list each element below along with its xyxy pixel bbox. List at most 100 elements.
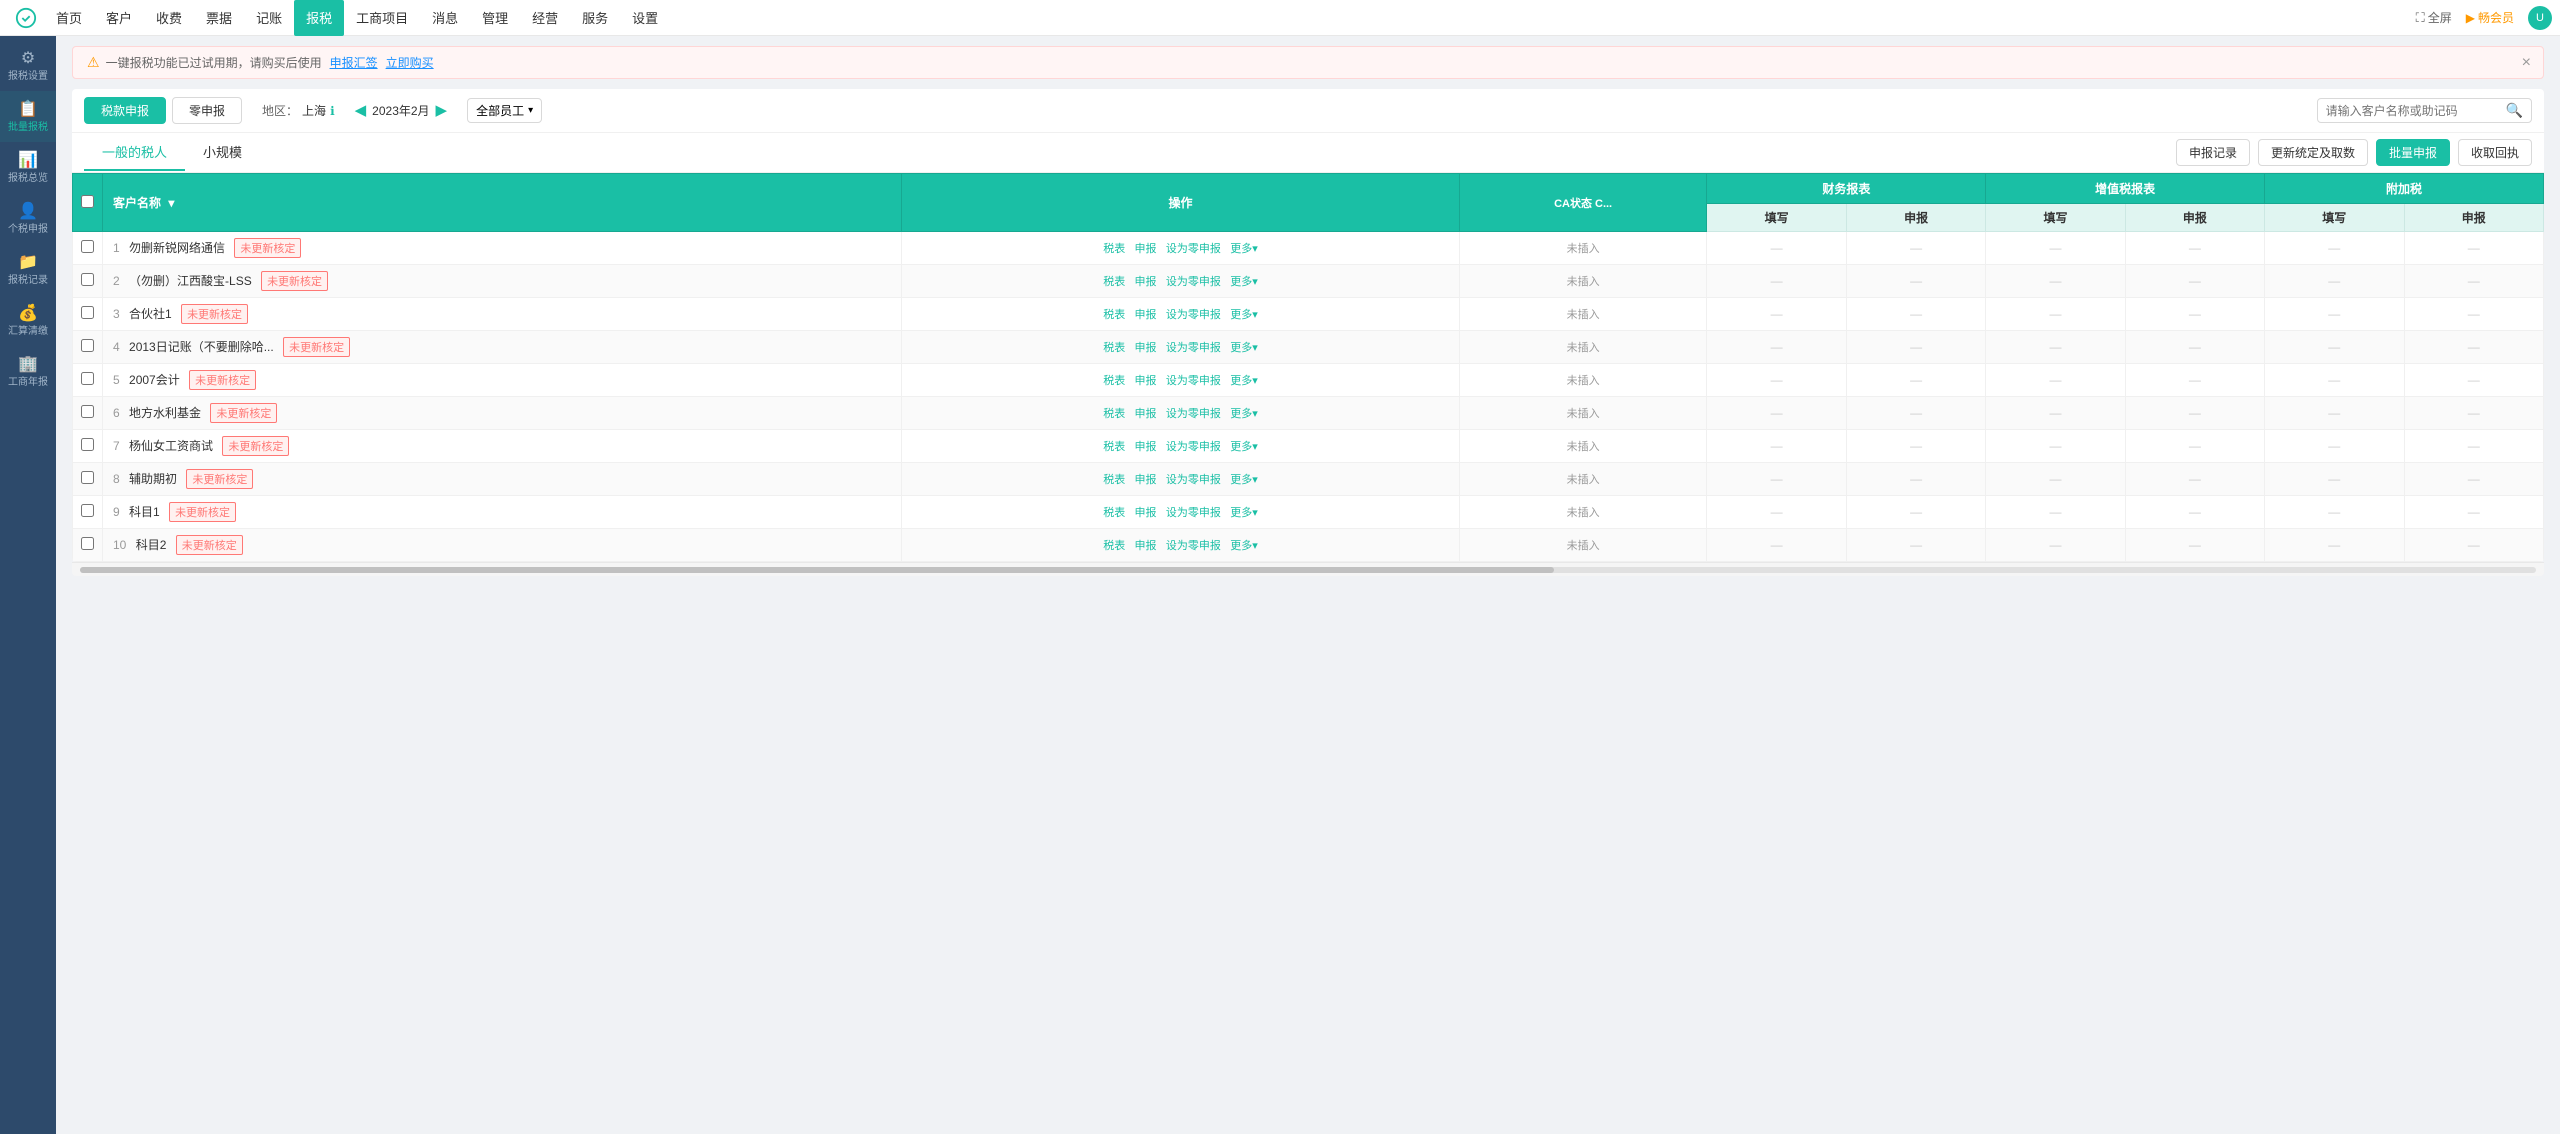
op-more[interactable]: 更多▾ [1227, 276, 1261, 288]
op-more[interactable]: 更多▾ [1227, 309, 1261, 321]
op-tax-form[interactable]: 税表 [1100, 342, 1128, 354]
op-more[interactable]: 更多▾ [1227, 375, 1261, 387]
op-zero-declare[interactable]: 设为零申报 [1163, 540, 1224, 552]
member-btn[interactable]: ▶ 畅会员 [2466, 9, 2514, 26]
op-tax-form[interactable]: 税表 [1100, 474, 1128, 486]
sidebar-item-personal-tax[interactable]: 👤 个税申报 [0, 193, 56, 244]
update-stats-btn[interactable]: 更新统定及取数 [2258, 139, 2368, 166]
row-name: 2013日记账（不要删除哈... [129, 340, 274, 354]
records-icon: 📁 [18, 252, 38, 272]
buy-link[interactable]: 立即购买 [386, 54, 434, 71]
row-checkbox-10[interactable] [81, 537, 94, 550]
row-checkbox-7[interactable] [81, 438, 94, 451]
prev-month-btn[interactable]: ◀ [355, 103, 367, 118]
declare-records-btn[interactable]: 申报记录 [2176, 139, 2250, 166]
op-tax-form[interactable]: 税表 [1100, 276, 1128, 288]
op-declare[interactable]: 申报 [1132, 375, 1160, 387]
op-zero-declare[interactable]: 设为零申报 [1163, 507, 1224, 519]
banner-close-btn[interactable]: × [2522, 54, 2531, 72]
op-declare[interactable]: 申报 [1132, 276, 1160, 288]
sidebar-item-tax-settings[interactable]: ⚙ 报税设置 [0, 40, 56, 91]
nav-items: 首页 客户 收费 票据 记账 报税 工商项目 消息 管理 经营 服务 设置 [44, 0, 2416, 36]
row-checkbox-4[interactable] [81, 339, 94, 352]
sidebar-item-tax-records[interactable]: 📁 报税记录 [0, 244, 56, 295]
nav-item-home[interactable]: 首页 [44, 0, 94, 36]
declare-link[interactable]: 申报汇签 [330, 54, 378, 71]
row-checkbox-3[interactable] [81, 306, 94, 319]
row-status-tag: 未更新核定 [261, 271, 328, 291]
nav-item-billing[interactable]: 收费 [144, 0, 194, 36]
nav-item-business[interactable]: 工商项目 [344, 0, 420, 36]
batch-declare-btn[interactable]: 批量申报 [2376, 139, 2450, 166]
nav-item-tax[interactable]: 报税 [294, 0, 344, 36]
op-zero-declare[interactable]: 设为零申报 [1163, 342, 1224, 354]
date-display: 2023年2月 [372, 102, 429, 119]
op-zero-declare[interactable]: 设为零申报 [1163, 243, 1224, 255]
row-checkbox-6[interactable] [81, 405, 94, 418]
sort-icon[interactable]: ▾ [168, 196, 174, 210]
op-declare[interactable]: 申报 [1132, 408, 1160, 420]
next-month-btn[interactable]: ▶ [436, 103, 448, 118]
op-more[interactable]: 更多▾ [1227, 474, 1261, 486]
nav-item-operations[interactable]: 经营 [520, 0, 570, 36]
op-declare[interactable]: 申报 [1132, 507, 1160, 519]
op-declare[interactable]: 申报 [1132, 342, 1160, 354]
sub-tab-general[interactable]: 一般的税人 [84, 134, 185, 171]
op-tax-form[interactable]: 税表 [1100, 507, 1128, 519]
sidebar-item-tax-overview[interactable]: 📊 报税总览 [0, 142, 56, 193]
nav-item-accounting[interactable]: 记账 [244, 0, 294, 36]
sub-tab-small[interactable]: 小规模 [185, 134, 260, 171]
search-input[interactable] [2326, 104, 2506, 118]
op-declare[interactable]: 申报 [1132, 243, 1160, 255]
row-checkbox-9[interactable] [81, 504, 94, 517]
op-zero-declare[interactable]: 设为零申报 [1163, 309, 1224, 321]
op-tax-form[interactable]: 税表 [1100, 243, 1128, 255]
table-row: 7 杨仙女工资商试 未更新核定 税表 申报 设为零申报 更多▾ 未插入 — — … [73, 430, 2544, 463]
op-more[interactable]: 更多▾ [1227, 342, 1261, 354]
sidebar-item-settlement[interactable]: 💰 汇算清缴 [0, 295, 56, 346]
nav-item-client[interactable]: 客户 [94, 0, 144, 36]
info-icon[interactable]: ℹ [330, 104, 335, 118]
op-more[interactable]: 更多▾ [1227, 507, 1261, 519]
row-checkbox-2[interactable] [81, 273, 94, 286]
horizontal-scrollbar[interactable] [80, 567, 2536, 573]
op-declare[interactable]: 申报 [1132, 540, 1160, 552]
op-zero-declare[interactable]: 设为零申报 [1163, 408, 1224, 420]
tab-tax-declare[interactable]: 税款申报 [84, 97, 166, 124]
nav-item-settings[interactable]: 设置 [620, 0, 670, 36]
op-zero-declare[interactable]: 设为零申报 [1163, 474, 1224, 486]
select-all-checkbox[interactable] [81, 195, 94, 208]
sidebar-item-batch-tax[interactable]: 📋 批量报税 [0, 91, 56, 142]
nav-item-message[interactable]: 消息 [420, 0, 470, 36]
location-label: 地区： [262, 102, 298, 119]
op-more[interactable]: 更多▾ [1227, 441, 1261, 453]
op-tax-form[interactable]: 税表 [1100, 309, 1128, 321]
op-tax-form[interactable]: 税表 [1100, 441, 1128, 453]
op-zero-declare[interactable]: 设为零申报 [1163, 441, 1224, 453]
op-tax-form[interactable]: 税表 [1100, 375, 1128, 387]
op-tax-form[interactable]: 税表 [1100, 540, 1128, 552]
nav-item-manage[interactable]: 管理 [470, 0, 520, 36]
op-zero-declare[interactable]: 设为零申报 [1163, 375, 1224, 387]
retrieve-btn[interactable]: 收取回执 [2458, 139, 2532, 166]
nav-item-service[interactable]: 服务 [570, 0, 620, 36]
op-more[interactable]: 更多▾ [1227, 408, 1261, 420]
staff-selector[interactable]: 全部员工 ▾ [467, 98, 542, 123]
op-declare[interactable]: 申报 [1132, 441, 1160, 453]
tab-zero-declare[interactable]: 零申报 [172, 97, 242, 124]
row-num: 6 [113, 406, 120, 420]
op-declare[interactable]: 申报 [1132, 474, 1160, 486]
op-tax-form[interactable]: 税表 [1100, 408, 1128, 420]
row-checkbox-5[interactable] [81, 372, 94, 385]
op-zero-declare[interactable]: 设为零申报 [1163, 276, 1224, 288]
op-declare[interactable]: 申报 [1132, 309, 1160, 321]
op-more[interactable]: 更多▾ [1227, 540, 1261, 552]
nav-item-invoice[interactable]: 票据 [194, 0, 244, 36]
row-checkbox-1[interactable] [81, 240, 94, 253]
row-checkbox-8[interactable] [81, 471, 94, 484]
fullscreen-btn[interactable]: ⛶ 全屏 [2416, 9, 2452, 26]
op-more[interactable]: 更多▾ [1227, 243, 1261, 255]
avatar[interactable]: U [2528, 6, 2552, 30]
search-icon[interactable]: 🔍 [2506, 102, 2523, 119]
sidebar-item-business-annual[interactable]: 🏢 工商年报 [0, 346, 56, 397]
